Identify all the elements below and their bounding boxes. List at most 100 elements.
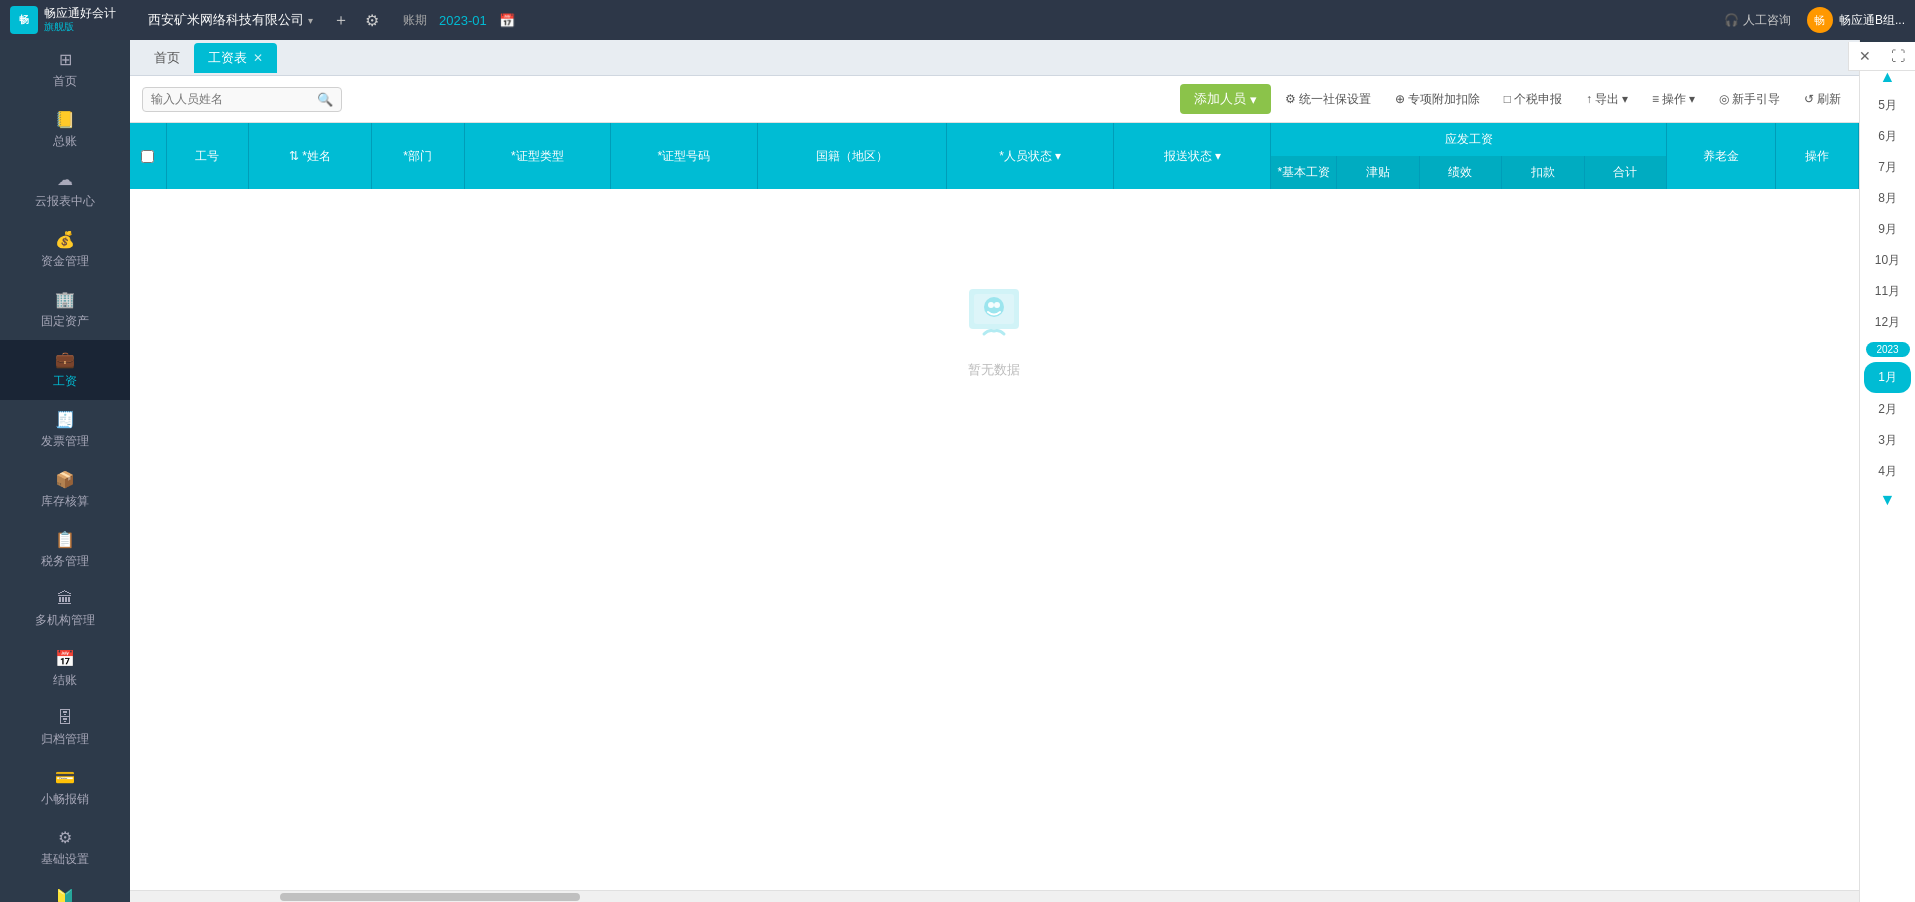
- month-nav-down-button[interactable]: ▼: [1876, 487, 1900, 513]
- invoice-icon: 🧾: [55, 410, 75, 429]
- filter-icon[interactable]: ▾: [1055, 149, 1061, 163]
- add-person-button[interactable]: 添加人员 ▾: [1180, 84, 1271, 114]
- th-id-type: *证型类型: [464, 123, 610, 189]
- user-info[interactable]: 畅 畅应通B组...: [1807, 7, 1905, 33]
- sidebar-item-label: 首页: [53, 73, 77, 90]
- cloud-icon: ☁: [57, 170, 73, 189]
- tab-salary[interactable]: 工资表 ✕: [194, 43, 277, 73]
- month-item-7[interactable]: 7月: [1860, 152, 1915, 183]
- search-icon: 🔍: [317, 92, 333, 107]
- month-item-2[interactable]: 2月: [1860, 394, 1915, 425]
- sidebar-item-multi-org[interactable]: 🏛 多机构管理: [0, 580, 130, 639]
- archive-icon: 🗄: [57, 709, 73, 727]
- sidebar-item-fund[interactable]: 💰 资金管理: [0, 220, 130, 280]
- sidebar-item-salary[interactable]: 💼 工资: [0, 340, 130, 400]
- th-number: 工号: [166, 123, 249, 189]
- month-item-12[interactable]: 12月: [1860, 307, 1915, 338]
- month-item-10[interactable]: 10月: [1860, 245, 1915, 276]
- period-value[interactable]: 2023-01: [439, 13, 487, 28]
- month-item-5[interactable]: 5月: [1860, 90, 1915, 121]
- sidebar-item-archive[interactable]: 🗄 归档管理: [0, 699, 130, 758]
- home-icon: ⊞: [59, 50, 72, 69]
- guide-icon: 🔰: [55, 888, 75, 902]
- operations-button[interactable]: ≡ 操作 ▾: [1646, 87, 1701, 112]
- special-deduction-icon: ⊕: [1395, 92, 1405, 106]
- month-item-6[interactable]: 6月: [1860, 121, 1915, 152]
- empty-state-row: 暂无数据: [130, 189, 1859, 459]
- sidebar-item-inventory[interactable]: 📦 库存核算: [0, 460, 130, 520]
- add-company-button[interactable]: ＋: [329, 8, 353, 33]
- guide-btn-icon: ◎: [1719, 92, 1729, 106]
- search-input[interactable]: [151, 92, 317, 106]
- select-all-checkbox[interactable]: [141, 150, 154, 163]
- refresh-icon: ↺: [1804, 92, 1814, 106]
- tax-icon: 📋: [55, 530, 75, 549]
- fund-icon: 💰: [55, 230, 75, 249]
- tab-close-icon[interactable]: ✕: [253, 51, 263, 65]
- sidebar-item-label: 工资: [53, 373, 77, 390]
- month-item-3[interactable]: 3月: [1860, 425, 1915, 456]
- th-salary-group: 应发工资: [1271, 123, 1667, 156]
- sidebar-item-label: 固定资产: [41, 313, 89, 330]
- th-allowance: 津贴: [1337, 156, 1420, 189]
- user-name: 畅应通B组...: [1839, 12, 1905, 29]
- bottom-scrollbar[interactable]: [130, 890, 1859, 902]
- sidebar-item-fixed-assets[interactable]: 🏢 固定资产: [0, 280, 130, 340]
- search-input-wrap: 🔍: [142, 87, 342, 112]
- filter-icon2[interactable]: ▾: [1215, 149, 1221, 163]
- add-person-label: 添加人员: [1194, 90, 1246, 108]
- close-period-icon: 📅: [55, 649, 75, 668]
- personal-tax-icon: □: [1504, 92, 1511, 106]
- sidebar-item-label: 资金管理: [41, 253, 89, 270]
- th-deduction: 扣款: [1502, 156, 1585, 189]
- dropdown-arrow-icon: ▾: [1250, 92, 1257, 107]
- customer-service-button[interactable]: 🎧 人工咨询: [1724, 12, 1791, 29]
- sidebar-item-label: 税务管理: [41, 553, 89, 570]
- maximize-panel-button[interactable]: ⛶: [1881, 42, 1915, 70]
- sidebar-item-settings[interactable]: ⚙ 基础设置: [0, 818, 130, 878]
- sidebar-item-cloud-report[interactable]: ☁ 云报表中心: [0, 160, 130, 220]
- new-guide-button[interactable]: ◎ 新手引导: [1713, 87, 1786, 112]
- scroll-thumb[interactable]: [280, 893, 580, 901]
- toolbar: 🔍 添加人员 ▾ ⚙ 统一社保设置 ⊕ 专项附加扣除 □ 个税申报: [130, 76, 1859, 123]
- calendar-icon[interactable]: 📅: [499, 13, 515, 28]
- sidebar-item-home[interactable]: ⊞ 首页: [0, 40, 130, 100]
- month-item-8[interactable]: 8月: [1860, 183, 1915, 214]
- sidebar-item-ledger[interactable]: 📒 总账: [0, 100, 130, 160]
- sidebar-item-invoice[interactable]: 🧾 发票管理: [0, 400, 130, 460]
- operations-dropdown-icon: ▾: [1689, 92, 1695, 106]
- salary-table-wrap: 工号 ⇅ *姓名 *部门 *证型类型 *证型号码 国籍（地区） *人员状态 ▾ …: [130, 123, 1859, 890]
- sidebar-item-label: 总账: [53, 133, 77, 150]
- export-button[interactable]: ↑ 导出 ▾: [1580, 87, 1634, 112]
- sidebar-item-close[interactable]: 📅 结账: [0, 639, 130, 699]
- company-selector[interactable]: 西安矿米网络科技有限公司 ▾: [140, 7, 321, 33]
- sidebar-item-guide[interactable]: 🔰 新手引导: [0, 878, 130, 902]
- th-dept: *部门: [371, 123, 464, 189]
- month-item-4[interactable]: 4月: [1860, 456, 1915, 487]
- export-icon: ↑: [1586, 92, 1592, 106]
- right-month-panel: 2023.01 ▲ 5月 6月 7月 8月 9月 10月 11月 12月 202…: [1859, 40, 1915, 902]
- empty-state: 暂无数据: [130, 189, 1859, 459]
- refresh-button[interactable]: ↺ 刷新: [1798, 87, 1847, 112]
- month-item-11[interactable]: 11月: [1860, 276, 1915, 307]
- period-label: 账期: [403, 12, 427, 29]
- social-security-button[interactable]: ⚙ 统一社保设置: [1279, 87, 1377, 112]
- header-actions: ＋ ⚙ 账期 2023-01 📅: [329, 8, 515, 33]
- th-performance: 绩效: [1419, 156, 1502, 189]
- settings-icon: ⚙: [58, 828, 72, 847]
- settings-icon-button[interactable]: ⚙: [361, 9, 383, 32]
- sidebar-item-label: 云报表中心: [35, 193, 95, 210]
- personal-tax-button[interactable]: □ 个税申报: [1498, 87, 1568, 112]
- month-item-9[interactable]: 9月: [1860, 214, 1915, 245]
- close-panel-button[interactable]: ✕: [1849, 42, 1881, 70]
- sidebar-item-expense[interactable]: 💳 小畅报销: [0, 758, 130, 818]
- th-pension: 养老金: [1667, 123, 1776, 189]
- month-item-1[interactable]: 1月: [1864, 362, 1911, 393]
- empty-text: 暂无数据: [968, 361, 1020, 379]
- main-layout: ⊞ 首页 📒 总账 ☁ 云报表中心 💰 资金管理 🏢 固定资产 💼 工资 🧾 发…: [0, 40, 1915, 902]
- tab-home[interactable]: 首页: [140, 43, 194, 73]
- special-deduction-button[interactable]: ⊕ 专项附加扣除: [1389, 87, 1486, 112]
- th-total: 合计: [1584, 156, 1667, 189]
- th-name: ⇅ *姓名: [249, 123, 372, 189]
- sidebar-item-tax[interactable]: 📋 税务管理: [0, 520, 130, 580]
